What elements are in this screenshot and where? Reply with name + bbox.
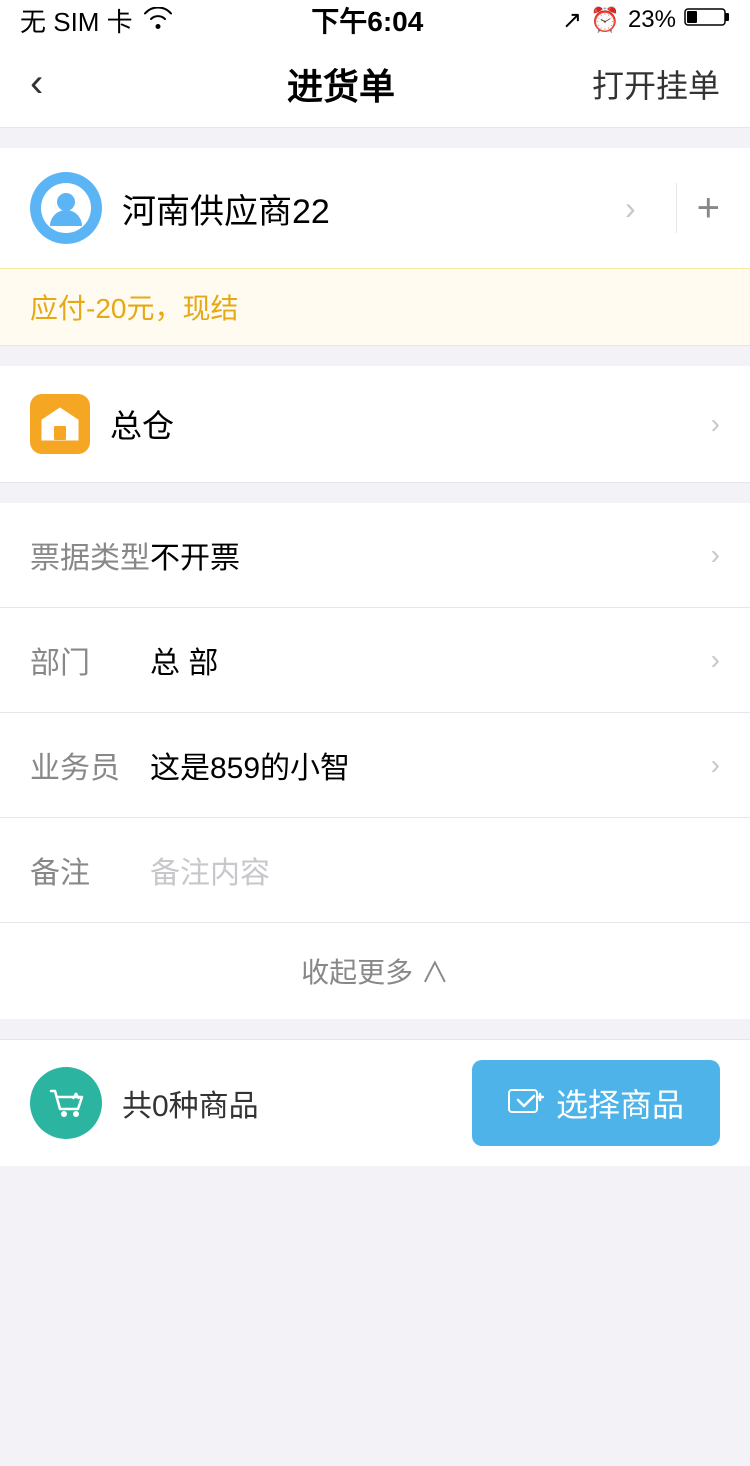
collapse-button[interactable]: 收起更多 ∧ xyxy=(0,922,750,1019)
warehouse-chevron-icon: › xyxy=(711,408,720,440)
select-product-label: 选择商品 xyxy=(556,1080,684,1126)
back-button[interactable]: ‹ xyxy=(30,61,90,106)
avatar-icon xyxy=(41,183,91,233)
open-pending-button[interactable]: 打开挂单 xyxy=(592,61,720,107)
warehouse-icon xyxy=(30,394,90,454)
bottom-bar: 共0种商品 选择商品 xyxy=(0,1039,750,1166)
department-value: 总 部 xyxy=(150,638,711,682)
remark-label: 备注 xyxy=(30,848,150,892)
supplier-avatar xyxy=(30,172,102,244)
page-title: 进货单 xyxy=(287,58,395,110)
invoice-type-label: 票据类型 xyxy=(30,533,150,577)
select-product-button[interactable]: 选择商品 xyxy=(472,1060,720,1146)
invoice-type-row[interactable]: 票据类型 不开票 › xyxy=(0,503,750,608)
notice-text: 应付-20元，现结 xyxy=(30,293,238,324)
gap-1 xyxy=(0,128,750,148)
status-right: ↗ ⏰ 23% xyxy=(562,6,730,35)
status-bar: 无 SIM 卡 下午6:04 ↗ ⏰ 23% xyxy=(0,0,750,40)
salesperson-label: 业务员 xyxy=(30,743,150,787)
status-left: 无 SIM 卡 xyxy=(20,2,173,39)
gap-2 xyxy=(0,346,750,366)
location-icon: ↗ xyxy=(562,6,582,35)
nav-bar: ‹ 进货单 打开挂单 xyxy=(0,40,750,128)
battery-icon xyxy=(684,6,730,35)
supplier-section: 河南供应商22 › + 应付-20元，现结 xyxy=(0,148,750,346)
notice-banner: 应付-20元，现结 xyxy=(0,268,750,346)
alarm-icon: ⏰ xyxy=(590,6,620,35)
gap-4 xyxy=(0,1019,750,1039)
remark-row[interactable]: 备注 备注内容 xyxy=(0,818,750,922)
product-count: 共0种商品 xyxy=(122,1081,472,1125)
supplier-name: 河南供应商22 xyxy=(122,184,625,233)
gray-fill xyxy=(0,1166,750,1466)
status-time: 下午6:04 xyxy=(311,0,423,40)
invoice-type-value: 不开票 xyxy=(150,533,711,577)
wifi-icon xyxy=(143,5,173,36)
form-section: 票据类型 不开票 › 部门 总 部 › 业务员 这是859的小智 › 备注 备注… xyxy=(0,503,750,1019)
department-chevron-icon: › xyxy=(711,644,720,676)
warehouse-name: 总仓 xyxy=(110,401,711,447)
cart-icon xyxy=(30,1067,102,1139)
department-label: 部门 xyxy=(30,638,150,682)
supplier-chevron-icon: › xyxy=(625,190,636,227)
supplier-row[interactable]: 河南供应商22 › + xyxy=(0,148,750,268)
salesperson-chevron-icon: › xyxy=(711,749,720,781)
collapse-label: 收起更多 ∧ xyxy=(301,957,449,988)
department-row[interactable]: 部门 总 部 › xyxy=(0,608,750,713)
salesperson-row[interactable]: 业务员 这是859的小智 › xyxy=(0,713,750,818)
supplier-divider xyxy=(676,183,677,233)
remark-placeholder: 备注内容 xyxy=(150,848,720,892)
salesperson-value: 这是859的小智 xyxy=(150,743,711,787)
warehouse-row[interactable]: 总仓 › xyxy=(0,366,750,483)
invoice-type-chevron-icon: › xyxy=(711,539,720,571)
add-supplier-button[interactable]: + xyxy=(697,186,720,231)
battery-label: 23% xyxy=(628,6,676,34)
carrier-label: 无 SIM 卡 xyxy=(20,2,133,39)
gap-3 xyxy=(0,483,750,503)
